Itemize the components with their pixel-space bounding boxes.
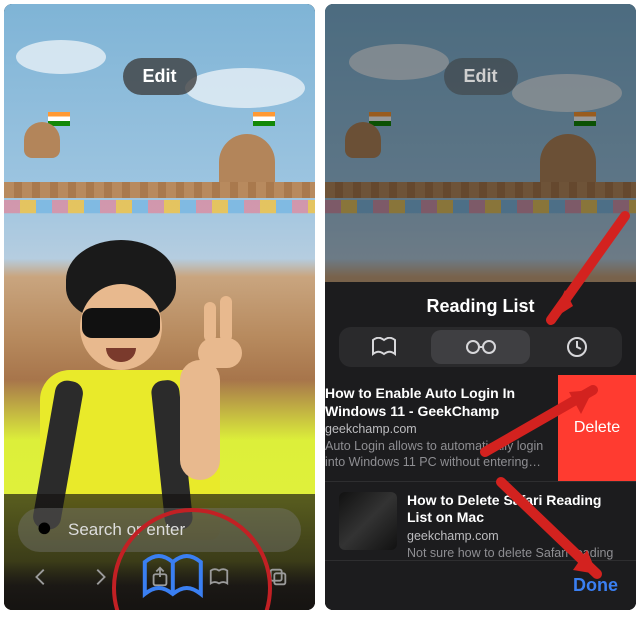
back-button[interactable] bbox=[24, 560, 58, 594]
panel-title: Reading List bbox=[325, 282, 636, 327]
bookmarks-icon-highlight bbox=[140, 552, 204, 602]
screenshot-right: Edit Reading List Ho bbox=[325, 4, 636, 610]
item-preview: Auto Login allows to automatically login… bbox=[325, 438, 556, 471]
list-item[interactable]: How to Delete Safari Reading List on Mac… bbox=[325, 482, 636, 561]
glasses-icon bbox=[465, 338, 497, 356]
item-thumbnail bbox=[339, 492, 397, 550]
edit-button: Edit bbox=[444, 58, 518, 95]
edit-button[interactable]: Edit bbox=[123, 58, 197, 95]
segmented-control[interactable] bbox=[339, 327, 622, 367]
screenshot-left: Edit Search or enter bbox=[4, 4, 315, 610]
item-title: How to Enable Auto Login In Windows 11 -… bbox=[325, 385, 556, 420]
reading-list[interactable]: How to Enable Auto Login In Windows 11 -… bbox=[325, 375, 636, 560]
panel-footer: Done bbox=[325, 560, 636, 610]
list-item[interactable]: How to Enable Auto Login In Windows 11 -… bbox=[325, 375, 636, 482]
delete-button[interactable]: Delete bbox=[558, 375, 636, 481]
tab-bookmarks[interactable] bbox=[339, 327, 428, 367]
reading-list-panel: Reading List How to Enable Auto bbox=[325, 282, 636, 610]
clock-icon bbox=[566, 336, 588, 358]
search-icon bbox=[36, 520, 56, 540]
item-host: geekchamp.com bbox=[325, 422, 556, 436]
tab-history[interactable] bbox=[533, 327, 622, 367]
tab-reading-list[interactable] bbox=[431, 330, 529, 364]
done-button[interactable]: Done bbox=[573, 575, 618, 596]
book-icon bbox=[371, 337, 397, 357]
